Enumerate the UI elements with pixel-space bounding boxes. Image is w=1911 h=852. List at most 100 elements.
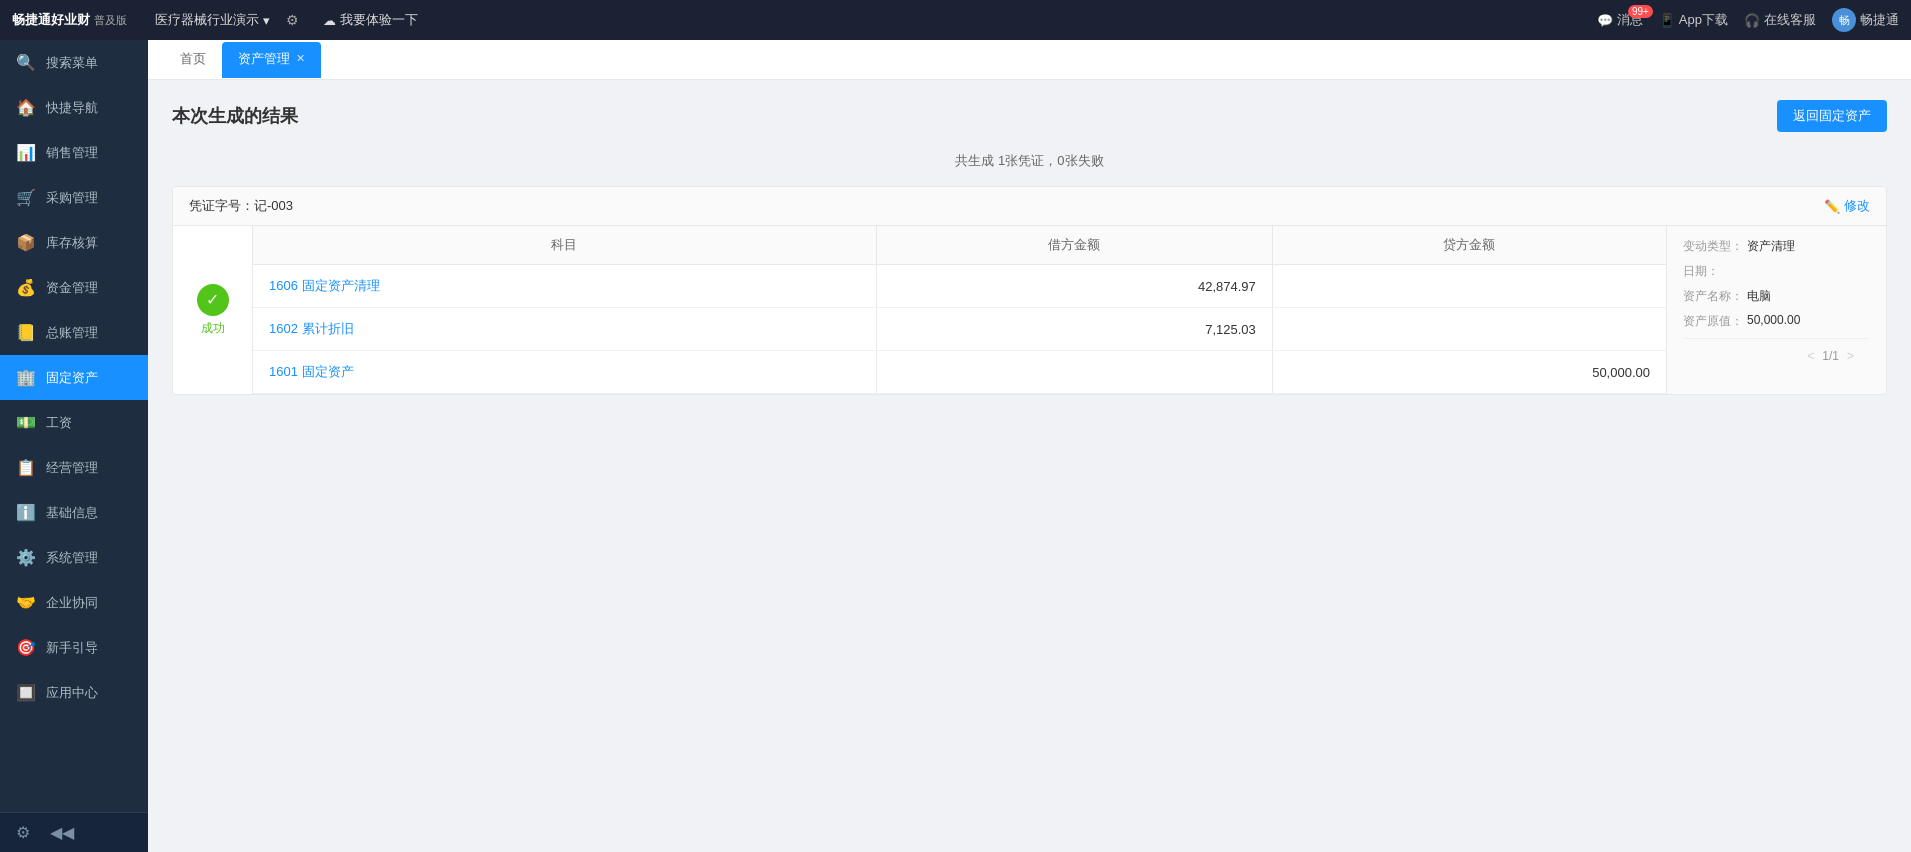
account-cell-1: 1602 累计折旧	[253, 308, 876, 351]
content: 本次生成的结果 返回固定资产 共生成 1张凭证，0张失败 凭证字号：记-003 …	[148, 80, 1911, 852]
page-title: 本次生成的结果	[172, 104, 298, 128]
topbar-left: 畅捷通好业财 普及版 医疗器械行业演示 ▾ ⚙ ☁ 我要体验一下	[12, 11, 418, 29]
sidebar-item-basic[interactable]: ℹ️ 基础信息	[0, 490, 148, 535]
cloud-icon: ☁	[323, 13, 336, 28]
collapse-icon[interactable]: ◀◀	[50, 823, 74, 842]
sidebar-label-basic: 基础信息	[46, 504, 98, 522]
funds-icon: 💰	[16, 278, 36, 297]
sidebar-item-appcenter[interactable]: 🔲 应用中心	[0, 670, 148, 715]
sidebar-item-cooperation[interactable]: 🤝 企业协同	[0, 580, 148, 625]
sidebar-item-business[interactable]: 📋 经营管理	[0, 445, 148, 490]
logo: 畅捷通好业财 普及版	[12, 11, 127, 29]
gear-icon[interactable]: ⚙	[286, 12, 299, 28]
logo-edition: 普及版	[94, 14, 127, 26]
avatar: 畅	[1832, 8, 1856, 32]
table-area: ✓ 成功 科目 借方金额	[173, 226, 1666, 394]
debit-cell-2	[876, 351, 1272, 394]
tab-close-icon[interactable]: ✕	[296, 52, 305, 65]
col-header-credit: 贷方金额	[1272, 226, 1666, 265]
prev-page-button[interactable]: <	[1807, 349, 1814, 363]
settings-icon[interactable]: ⚙	[16, 823, 30, 842]
message-icon: 💬	[1597, 13, 1613, 28]
tabbar: 首页 资产管理 ✕	[148, 40, 1911, 80]
sidebar-item-ledger[interactable]: 📒 总账管理	[0, 310, 148, 355]
info-row-asset-value: 资产原值： 50,000.00	[1683, 313, 1870, 330]
guide-icon: 🎯	[16, 638, 36, 657]
tab-home-label: 首页	[180, 50, 206, 68]
sales-icon: 📊	[16, 143, 36, 162]
sidebar-item-system[interactable]: ⚙️ 系统管理	[0, 535, 148, 580]
success-circle-icon: ✓	[197, 284, 229, 316]
col-header-account: 科目	[253, 226, 876, 265]
trial-button[interactable]: ☁ 我要体验一下	[323, 11, 418, 29]
account-link-1[interactable]: 1602 累计折旧	[269, 321, 354, 336]
table-row: 1602 累计折旧 7,125.03	[253, 308, 1666, 351]
fixed-asset-icon: 🏢	[16, 368, 36, 387]
info-row-date: 日期：	[1683, 263, 1870, 280]
sidebar-item-inventory[interactable]: 📦 库存核算	[0, 220, 148, 265]
voucher-number: 凭证字号：记-003	[189, 197, 293, 215]
table-row: 1606 固定资产清理 42,874.97	[253, 265, 1666, 308]
sidebar-item-guide[interactable]: 🎯 新手引导	[0, 625, 148, 670]
account-link-0[interactable]: 1606 固定资产清理	[269, 278, 380, 293]
inventory-icon: 📦	[16, 233, 36, 252]
sidebar-label-ledger: 总账管理	[46, 324, 98, 342]
sidebar: 🔍 搜索菜单 🏠 快捷导航 📊 销售管理 🛒 采购管理 📦 库存核算 💰	[0, 40, 148, 852]
sidebar-label-quicknav: 快捷导航	[46, 99, 98, 117]
account-cell-2: 1601 固定资产	[253, 351, 876, 394]
payroll-icon: 💵	[16, 413, 36, 432]
sidebar-item-purchase[interactable]: 🛒 采购管理	[0, 175, 148, 220]
appcenter-icon: 🔲	[16, 683, 36, 702]
asset-value-value: 50,000.00	[1747, 313, 1800, 327]
layout: 🔍 搜索菜单 🏠 快捷导航 📊 销售管理 🛒 采购管理 📦 库存核算 💰	[0, 40, 1911, 852]
ledger-icon: 📒	[16, 323, 36, 342]
info-panel: 变动类型： 资产清理 日期： 资产名称： 电脑 资产原值：	[1666, 226, 1886, 394]
table-rows-col: 科目 借方金额 贷方金额 1606 固定资产清理	[253, 226, 1666, 394]
sidebar-item-search[interactable]: 🔍 搜索菜单	[0, 40, 148, 85]
asset-name-label: 资产名称：	[1683, 288, 1747, 305]
sidebar-label-business: 经营管理	[46, 459, 98, 477]
info-row-change-type: 变动类型： 资产清理	[1683, 238, 1870, 255]
sidebar-item-funds[interactable]: 💰 资金管理	[0, 265, 148, 310]
debit-cell-0: 42,874.97	[876, 265, 1272, 308]
success-text: 成功	[201, 320, 225, 337]
sidebar-item-quicknav[interactable]: 🏠 快捷导航	[0, 85, 148, 130]
purchase-icon: 🛒	[16, 188, 36, 207]
main: 首页 资产管理 ✕ 本次生成的结果 返回固定资产 共生成 1张凭证，0张失败 凭…	[148, 40, 1911, 852]
message-badge: 99+	[1628, 5, 1653, 18]
tab-home[interactable]: 首页	[164, 42, 222, 78]
page-info: 1/1	[1822, 349, 1839, 363]
sidebar-label-payroll: 工资	[46, 414, 72, 432]
logo-text: 畅捷通好业财	[12, 12, 90, 27]
sidebar-label-funds: 资金管理	[46, 279, 98, 297]
pagination: < 1/1 >	[1683, 338, 1870, 373]
message-button[interactable]: 💬 消息 99+	[1597, 11, 1643, 29]
company-selector[interactable]: 医疗器械行业演示 ▾	[155, 11, 270, 29]
user-menu[interactable]: 畅 畅捷通	[1832, 8, 1899, 32]
account-link-2[interactable]: 1601 固定资产	[269, 364, 354, 379]
asset-name-value: 电脑	[1747, 288, 1771, 305]
next-page-button[interactable]: >	[1847, 349, 1854, 363]
sidebar-item-payroll[interactable]: 💵 工资	[0, 400, 148, 445]
tab-asset[interactable]: 资产管理 ✕	[222, 42, 321, 78]
sidebar-item-sales[interactable]: 📊 销售管理	[0, 130, 148, 175]
sidebar-label-cooperation: 企业协同	[46, 594, 98, 612]
voucher-header: 凭证字号：记-003 ✏️ 修改	[173, 187, 1886, 226]
credit-cell-1	[1272, 308, 1666, 351]
sidebar-label-fixed: 固定资产	[46, 369, 98, 387]
search-icon: 🔍	[16, 53, 36, 72]
tab-asset-label: 资产管理	[238, 50, 290, 68]
back-to-fixed-button[interactable]: 返回固定资产	[1777, 100, 1887, 132]
edit-voucher-button[interactable]: ✏️ 修改	[1824, 197, 1870, 215]
app-download-button[interactable]: 📱 App下载	[1659, 11, 1728, 29]
sidebar-label-guide: 新手引导	[46, 639, 98, 657]
credit-cell-2: 50,000.00	[1272, 351, 1666, 394]
asset-value-label: 资产原值：	[1683, 313, 1747, 330]
sidebar-item-fixed[interactable]: 🏢 固定资产	[0, 355, 148, 400]
chevron-down-icon: ▾	[263, 13, 270, 28]
basic-icon: ℹ️	[16, 503, 36, 522]
business-icon: 📋	[16, 458, 36, 477]
online-service-button[interactable]: 🎧 在线客服	[1744, 11, 1816, 29]
col-header-debit: 借方金额	[876, 226, 1272, 265]
info-row-asset-name: 资产名称： 电脑	[1683, 288, 1870, 305]
